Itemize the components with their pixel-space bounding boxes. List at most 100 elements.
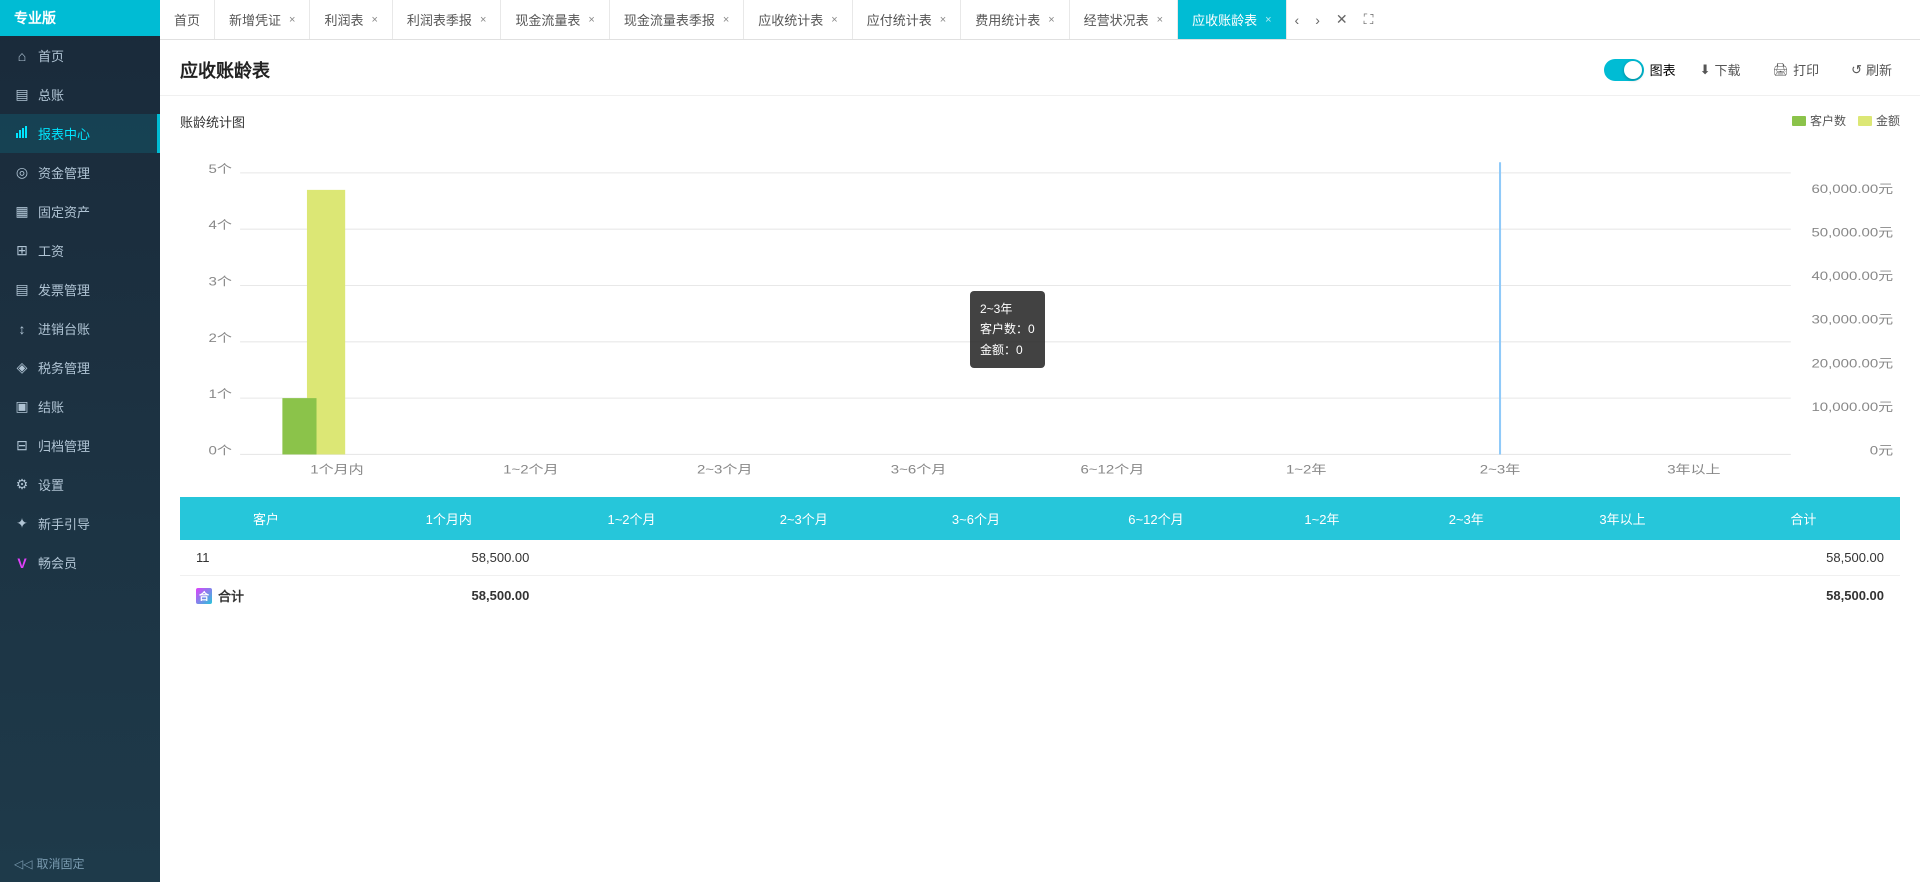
col-header-y3plus: 3年以上	[1538, 497, 1706, 540]
close-tab-cashflow-quarterly[interactable]: ×	[723, 14, 729, 26]
svg-text:1个: 1个	[209, 388, 233, 401]
sidebar-item-label: 报表中心	[38, 124, 90, 143]
footer-m23	[718, 576, 890, 616]
col-header-m12: 1~2个月	[545, 497, 717, 540]
footer-label: 合 合计	[180, 576, 352, 616]
col-header-y23: 2~3年	[1394, 497, 1538, 540]
sidebar-item-home[interactable]: ⌂ 首页	[0, 36, 160, 75]
svg-text:2个: 2个	[209, 331, 233, 344]
legend-amount: 金额	[1858, 112, 1900, 129]
sidebar-item-label: 畅会员	[38, 553, 77, 572]
print-button[interactable]: 🖨 打印	[1765, 56, 1828, 83]
sidebar-item-funds[interactable]: ◎ 资金管理	[0, 153, 160, 192]
cell-m36	[890, 540, 1062, 576]
tab-cashflow[interactable]: 现金流量表 ×	[501, 0, 609, 40]
toggle-knob	[1624, 61, 1642, 79]
tab-expand-button[interactable]: ⛶	[1356, 0, 1382, 40]
cell-y12	[1250, 540, 1394, 576]
close-tab-cashflow[interactable]: ×	[588, 14, 594, 26]
guide-icon: ✦	[14, 515, 30, 532]
sales-icon: ↕	[14, 321, 30, 337]
tab-close-all-button[interactable]: ✕	[1328, 0, 1356, 40]
download-button[interactable]: ⬇ 下载	[1692, 56, 1749, 83]
sidebar-item-invoice[interactable]: ▤ 发票管理	[0, 270, 160, 309]
table-footer-row: 合 合计 58,500.00 58,500.00	[180, 576, 1900, 616]
tab-expense-stats[interactable]: 费用统计表 ×	[961, 0, 1069, 40]
tab-next-button[interactable]: ›	[1307, 0, 1328, 40]
col-header-customer: 客户	[180, 497, 352, 540]
svg-text:40,000.00元: 40,000.00元	[1811, 270, 1893, 283]
footer-y23	[1394, 576, 1538, 616]
svg-text:1~2个月: 1~2个月	[503, 463, 558, 476]
svg-text:6~12个月: 6~12个月	[1080, 463, 1144, 476]
close-tab-aging[interactable]: ×	[1265, 14, 1271, 26]
sidebar-item-label: 设置	[38, 475, 64, 494]
footer-m12	[545, 576, 717, 616]
sidebar-item-ledger[interactable]: ▤ 总账	[0, 75, 160, 114]
main-area: 首页 新增凭证 × 利润表 × 利润表季报 × 现金流量表 × 现金流量表季报 …	[160, 0, 1920, 882]
chart-legend: 客户数 金额	[1792, 112, 1900, 129]
tax-icon: ◈	[14, 359, 30, 376]
sidebar-item-tax[interactable]: ◈ 税务管理	[0, 348, 160, 387]
cell-y3plus	[1538, 540, 1706, 576]
refresh-button[interactable]: ↺ 刷新	[1843, 56, 1900, 83]
svg-text:30,000.00元: 30,000.00元	[1811, 313, 1893, 326]
chart-container: 0个 1个 2个 3个 4个 5个 0元 10,000.00元 20,000.0…	[180, 141, 1900, 481]
sidebar-item-assets[interactable]: ▦ 固定资产	[0, 192, 160, 231]
sidebar-item-label: 资金管理	[38, 163, 90, 182]
sidebar-item-label: 结账	[38, 397, 64, 416]
tab-profit-quarterly[interactable]: 利润表季报 ×	[393, 0, 501, 40]
cell-total: 58,500.00	[1707, 540, 1900, 576]
sidebar-item-vip[interactable]: V 畅会员	[0, 543, 160, 582]
ledger-icon: ▤	[14, 86, 30, 103]
close-tab-operations[interactable]: ×	[1157, 14, 1163, 26]
tab-prev-button[interactable]: ‹	[1287, 0, 1308, 40]
report-icon	[14, 125, 30, 142]
period-icon: ▣	[14, 398, 30, 415]
svg-text:20,000.00元: 20,000.00元	[1811, 357, 1893, 370]
tab-cashflow-quarterly[interactable]: 现金流量表季报 ×	[610, 0, 744, 40]
chart-toggle[interactable]	[1604, 59, 1644, 81]
close-tab-receivable-stats[interactable]: ×	[831, 14, 837, 26]
sidebar-item-report[interactable]: 报表中心	[0, 114, 160, 153]
svg-text:10,000.00元: 10,000.00元	[1811, 400, 1893, 413]
unpin-button[interactable]: ◁◁ 取消固定	[0, 845, 160, 882]
col-header-m36: 3~6个月	[890, 497, 1062, 540]
close-tab-profit[interactable]: ×	[371, 14, 377, 26]
sidebar-item-settings[interactable]: ⚙ 设置	[0, 465, 160, 504]
page-header: 应收账龄表 图表 ⬇ 下载 🖨 打印 ↺ 刷新	[160, 40, 1920, 96]
sidebar-item-guide[interactable]: ✦ 新手引导	[0, 504, 160, 543]
close-tab-new-voucher[interactable]: ×	[289, 14, 295, 26]
tab-operations[interactable]: 经营状况表 ×	[1070, 0, 1178, 40]
close-tab-profit-quarterly[interactable]: ×	[480, 14, 486, 26]
chart-toggle-wrap: 图表	[1604, 59, 1676, 81]
legend-amount-label: 金额	[1876, 112, 1900, 129]
svg-text:1个月内: 1个月内	[310, 463, 363, 476]
svg-text:50,000.00元: 50,000.00元	[1811, 226, 1893, 239]
sidebar-item-payroll[interactable]: ⊞ 工资	[0, 231, 160, 270]
tab-home[interactable]: 首页	[160, 0, 215, 40]
tab-new-voucher[interactable]: 新增凭证 ×	[215, 0, 310, 40]
tab-payable-stats[interactable]: 应付统计表 ×	[853, 0, 961, 40]
close-tab-payable-stats[interactable]: ×	[940, 14, 946, 26]
archive-icon: ⊟	[14, 437, 30, 454]
svg-text:2~3个月: 2~3个月	[697, 463, 752, 476]
assets-icon: ▦	[14, 203, 30, 220]
tab-aging[interactable]: 应收账龄表 ×	[1178, 0, 1286, 40]
legend-customer-label: 客户数	[1810, 112, 1846, 129]
svg-text:1~2年: 1~2年	[1286, 463, 1326, 476]
tab-profit[interactable]: 利润表 ×	[310, 0, 392, 40]
sidebar-item-sales[interactable]: ↕ 进销台账	[0, 309, 160, 348]
sidebar-item-period[interactable]: ▣ 结账	[0, 387, 160, 426]
tab-receivable-stats[interactable]: 应收统计表 ×	[744, 0, 852, 40]
footer-m1: 58,500.00	[352, 576, 545, 616]
app-logo: 专业版	[0, 0, 160, 36]
sidebar-item-archive[interactable]: ⊟ 归档管理	[0, 426, 160, 465]
close-tab-expense-stats[interactable]: ×	[1048, 14, 1054, 26]
table-row: 11 58,500.00 58,500.00	[180, 540, 1900, 576]
page-content: 应收账龄表 图表 ⬇ 下载 🖨 打印 ↺ 刷新	[160, 40, 1920, 882]
svg-text:3~6个月: 3~6个月	[891, 463, 946, 476]
legend-customer-color	[1792, 116, 1806, 126]
cell-customer: 11	[180, 540, 352, 576]
settings-icon: ⚙	[14, 476, 30, 493]
